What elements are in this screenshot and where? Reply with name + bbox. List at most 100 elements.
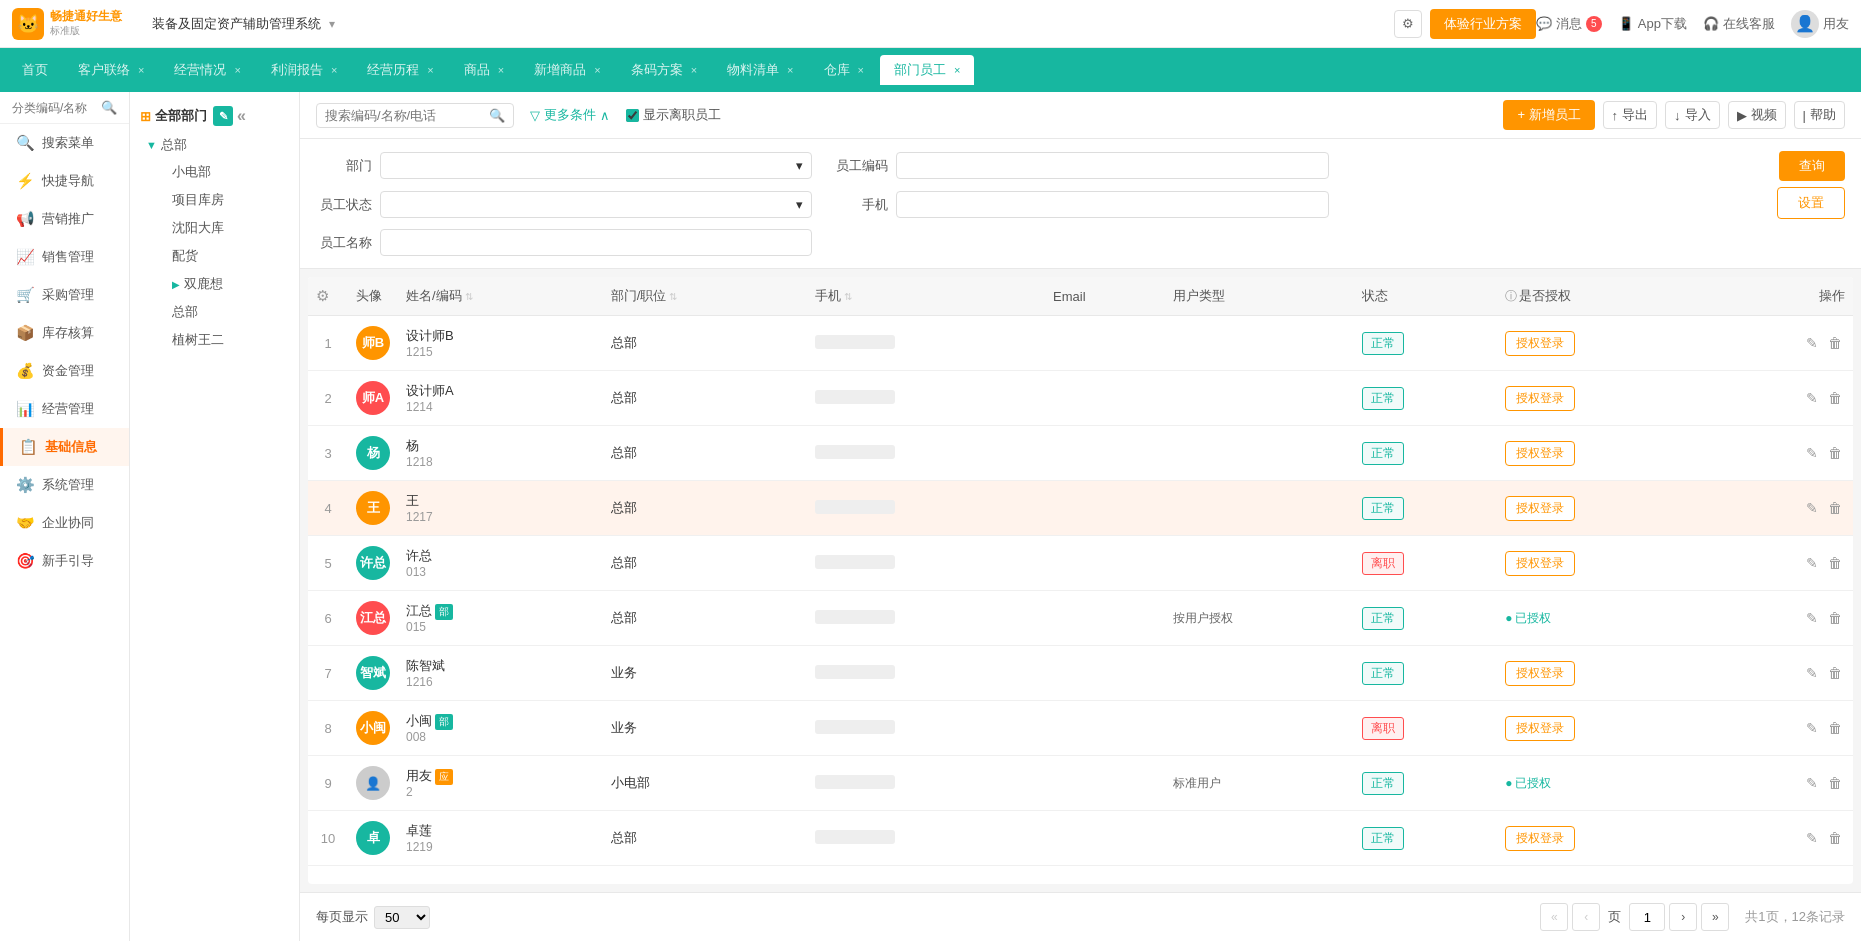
edit-button[interactable]: ✎ (1806, 775, 1818, 791)
edit-button[interactable]: ✎ (1806, 610, 1818, 626)
sidebar-item-management[interactable]: 📊 经营管理 (0, 390, 129, 428)
dropdown-arrow-icon[interactable]: ▾ (329, 17, 335, 31)
dept-item-zhishu[interactable]: 植树王二 (162, 326, 299, 354)
sidebar-item-guide[interactable]: 🎯 新手引导 (0, 542, 129, 580)
settings-button[interactable]: ⚙ (1394, 10, 1422, 38)
authorize-button[interactable]: 授权登录 (1505, 496, 1575, 521)
close-icon[interactable]: × (858, 64, 864, 76)
emp-name-input[interactable] (380, 229, 812, 256)
tab-add-goods[interactable]: 新增商品× (520, 55, 614, 85)
sidebar-item-system[interactable]: ⚙️ 系统管理 (0, 466, 129, 504)
dept-item-headquarters[interactable]: ▼ 总部 (146, 132, 299, 158)
close-icon[interactable]: × (234, 64, 240, 76)
delete-button[interactable]: 🗑 (1828, 775, 1842, 791)
show-resigned-label[interactable]: 显示离职员工 (626, 106, 721, 124)
prev-page-button[interactable]: ‹ (1572, 903, 1600, 931)
dept-item-small-elec[interactable]: 小电部 (162, 158, 299, 186)
video-button[interactable]: ▶ 视频 (1728, 101, 1786, 129)
sidebar-item-purchase[interactable]: 🛒 采购管理 (0, 276, 129, 314)
reset-button[interactable]: 设置 (1777, 187, 1845, 219)
close-icon[interactable]: × (498, 64, 504, 76)
dept-item-project[interactable]: 项目库房 (162, 186, 299, 214)
online-service-button[interactable]: 🎧 在线客服 (1703, 15, 1775, 33)
delete-button[interactable]: 🗑 (1828, 665, 1842, 681)
tab-warehouse[interactable]: 仓库× (810, 55, 878, 85)
page-number-input[interactable] (1629, 903, 1665, 931)
trial-button[interactable]: 体验行业方案 (1430, 9, 1536, 39)
close-icon[interactable]: × (427, 64, 433, 76)
sidebar-item-sales[interactable]: 📈 销售管理 (0, 238, 129, 276)
authorize-button[interactable]: 授权登录 (1505, 551, 1575, 576)
edit-button[interactable]: ✎ (1806, 830, 1818, 846)
edit-button[interactable]: ✎ (1806, 445, 1818, 461)
show-resigned-checkbox[interactable] (626, 109, 639, 122)
emp-code-input[interactable] (896, 152, 1328, 179)
per-page-select[interactable]: 50 100 200 (374, 906, 430, 929)
sidebar-item-shortcuts[interactable]: ⚡ 快捷导航 (0, 162, 129, 200)
dept-item-hq[interactable]: 总部 (162, 298, 299, 326)
export-button[interactable]: ↑ 导出 (1603, 101, 1658, 129)
delete-button[interactable]: 🗑 (1828, 830, 1842, 846)
authorize-button[interactable]: 授权登录 (1505, 716, 1575, 741)
authorize-button[interactable]: 授权登录 (1505, 661, 1575, 686)
more-filters-button[interactable]: ▽ 更多条件 ∧ (522, 102, 618, 128)
edit-button[interactable]: ✎ (1806, 500, 1818, 516)
delete-button[interactable]: 🗑 (1828, 335, 1842, 351)
search-button[interactable]: 查询 (1779, 151, 1845, 181)
import-button[interactable]: ↓ 导入 (1665, 101, 1720, 129)
close-icon[interactable]: × (691, 64, 697, 76)
close-icon[interactable]: × (331, 64, 337, 76)
close-icon[interactable]: × (594, 64, 600, 76)
tab-home[interactable]: 首页 (8, 55, 62, 85)
delete-button[interactable]: 🗑 (1828, 720, 1842, 736)
edit-button[interactable]: ✎ (1806, 335, 1818, 351)
close-icon[interactable]: × (954, 64, 960, 76)
close-icon[interactable]: × (138, 64, 144, 76)
edit-button[interactable]: ✎ (1806, 665, 1818, 681)
sidebar-item-inventory[interactable]: 📦 库存核算 (0, 314, 129, 352)
sidebar-item-collab[interactable]: 🤝 企业协同 (0, 504, 129, 542)
last-page-button[interactable]: » (1701, 903, 1729, 931)
search-input[interactable] (325, 108, 485, 123)
delete-button[interactable]: 🗑 (1828, 500, 1842, 516)
phone-filter-input[interactable] (896, 191, 1328, 218)
dept-item-distribution[interactable]: 配货 (162, 242, 299, 270)
user-menu[interactable]: 👤 用友 (1791, 10, 1849, 38)
next-page-button[interactable]: › (1669, 903, 1697, 931)
tab-bom[interactable]: 物料清单× (713, 55, 807, 85)
emp-status-select[interactable]: ▾ (380, 191, 812, 218)
collapse-dept-button[interactable]: « (237, 107, 246, 125)
sidebar-search-input[interactable] (12, 101, 95, 115)
authorize-button[interactable]: 授权登录 (1505, 441, 1575, 466)
sidebar-item-search[interactable]: 🔍 搜索菜单 (0, 124, 129, 162)
sidebar-item-marketing[interactable]: 📢 营销推广 (0, 200, 129, 238)
tab-goods[interactable]: 商品× (450, 55, 518, 85)
tab-history[interactable]: 经营历程× (353, 55, 447, 85)
delete-button[interactable]: 🗑 (1828, 555, 1842, 571)
delete-button[interactable]: 🗑 (1828, 610, 1842, 626)
app-download-button[interactable]: 📱 App下载 (1618, 15, 1687, 33)
sidebar-item-finance[interactable]: 💰 资金管理 (0, 352, 129, 390)
edit-button[interactable]: ✎ (1806, 555, 1818, 571)
close-icon[interactable]: × (787, 64, 793, 76)
authorize-button[interactable]: 授权登录 (1505, 386, 1575, 411)
tab-operation[interactable]: 经营情况× (160, 55, 254, 85)
first-page-button[interactable]: « (1540, 903, 1568, 931)
edit-dept-button[interactable]: ✎ (213, 106, 233, 126)
gear-icon[interactable]: ⚙ (316, 287, 329, 304)
add-employee-button[interactable]: + 新增员工 (1503, 100, 1594, 130)
dept-item-shuanglu[interactable]: ▶双鹿想 (162, 270, 299, 298)
dept-tree-header[interactable]: ⊞ 全部部门 ✎ « (130, 100, 299, 132)
sidebar-item-basic-info[interactable]: 📋 基础信息 (0, 428, 129, 466)
tab-employees[interactable]: 部门员工× (880, 55, 974, 85)
dept-filter-select[interactable]: ▾ (380, 152, 812, 179)
dept-item-shenyang[interactable]: 沈阳大库 (162, 214, 299, 242)
tab-barcode[interactable]: 条码方案× (617, 55, 711, 85)
edit-button[interactable]: ✎ (1806, 720, 1818, 736)
delete-button[interactable]: 🗑 (1828, 390, 1842, 406)
tab-customer[interactable]: 客户联络× (64, 55, 158, 85)
help-button[interactable]: | 帮助 (1794, 101, 1845, 129)
edit-button[interactable]: ✎ (1806, 390, 1818, 406)
message-button[interactable]: 💬 消息 5 (1536, 15, 1602, 33)
authorize-button[interactable]: 授权登录 (1505, 826, 1575, 851)
